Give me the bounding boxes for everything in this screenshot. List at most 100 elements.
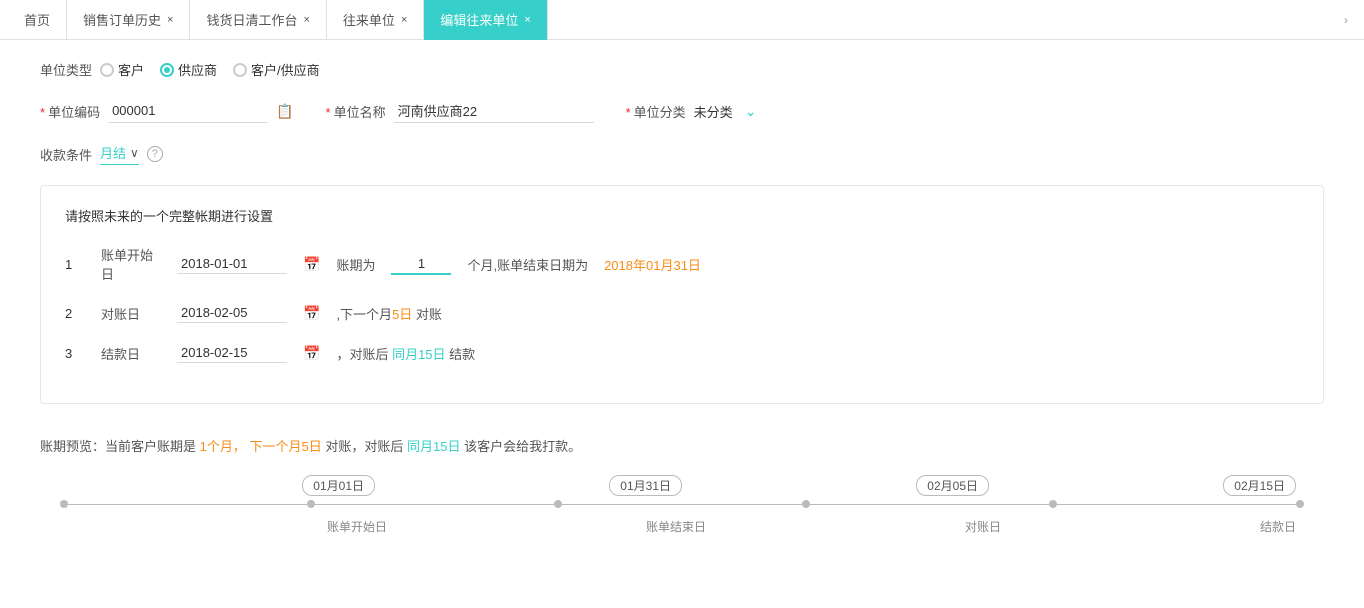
unit-name-group: 单位名称 [326, 99, 594, 123]
payment-condition-arrow: ∨ [130, 146, 139, 160]
tab-partner-close[interactable]: × [401, 14, 407, 26]
row-3-desc: ，对账后 同月15日 结款 [336, 344, 475, 363]
unit-type-radio-group: 客户 供应商 客户/供应商 [100, 60, 320, 79]
preview-section: 账期预览：当前客户账期是 1个月， 下一个月5日 对账，对账后 同月15日 该客… [40, 420, 1324, 455]
tab-edit-partner-label: 编辑往来单位 [440, 10, 518, 29]
unit-code-calendar-icon[interactable]: 📋 [276, 103, 293, 120]
tl-dot-4 [1049, 500, 1057, 508]
tl-bl-node-1: 账单开始日 [327, 512, 387, 535]
radio-supplier[interactable]: 供应商 [160, 60, 217, 79]
tab-sales-history-close[interactable]: × [167, 14, 173, 26]
radio-both-circle [233, 63, 247, 77]
unit-category-group: 单位分类 未分类 ⌄ [626, 102, 757, 121]
unit-name-label: 单位名称 [326, 102, 386, 121]
radio-supplier-circle [160, 63, 174, 77]
unit-code-input[interactable] [108, 99, 268, 123]
preview-reconcile: 下一个月5日 [250, 439, 322, 454]
tl-pill-2: 01月31日 [609, 475, 682, 496]
radio-supplier-label: 供应商 [178, 60, 217, 79]
timeline-section: 01月01日 01月31日 02月05日 02月15日 [40, 475, 1324, 535]
radio-both-label: 客户/供应商 [251, 60, 320, 79]
unit-category-dropdown-icon[interactable]: ⌄ [745, 103, 757, 120]
radio-customer-label: 客户 [118, 60, 144, 79]
setting-row-3: 3 结款日 📅 ，对账后 同月15日 结款 [65, 343, 1299, 363]
tl-bl-node-4: 结款日 [1260, 512, 1296, 535]
unit-type-label: 单位类型 [40, 60, 92, 79]
tab-cash-work-label: 钱货日清工作台 [206, 10, 297, 29]
tl-dot-3 [802, 500, 810, 508]
tab-partner[interactable]: 往来单位 × [327, 0, 424, 40]
payment-condition-row: 收款条件 月结 ∨ ? [40, 143, 1324, 165]
row-2-calendar-icon[interactable]: 📅 [303, 305, 320, 322]
tab-sales-history[interactable]: 销售订单历史 × [67, 0, 190, 40]
tab-home[interactable]: 首页 [8, 0, 67, 40]
row-3-number: 3 [65, 346, 85, 361]
unit-code-label: 单位编码 [40, 102, 100, 121]
row-2-label: 对账日 [101, 304, 161, 323]
tl-left-dot [60, 500, 68, 508]
row-1-label: 账单开始日 [101, 245, 161, 283]
timeline-top-row: 01月01日 01月31日 02月05日 02月15日 [60, 475, 1304, 496]
tl-line-4 [810, 504, 1049, 505]
payment-condition-select[interactable]: 月结 ∨ [100, 143, 139, 165]
tab-cash-work[interactable]: 钱货日清工作台 × [190, 0, 326, 40]
tl-line-5 [1057, 504, 1296, 505]
tl-desc-3: 对账日 [965, 518, 1001, 535]
tl-node-1: 01月01日 [302, 475, 375, 496]
settings-box: 请按照未来的一个完整帐期进行设置 1 账单开始日 📅 账期为 个月,账单结束日期… [40, 185, 1324, 404]
tl-node-2: 01月31日 [609, 475, 682, 496]
preview-period: 1个月， [200, 439, 246, 454]
row-1-date-input[interactable] [177, 254, 287, 274]
payment-condition-help-icon[interactable]: ? [147, 146, 163, 162]
tabs-more-arrow[interactable]: › [1336, 13, 1356, 27]
tl-dot-1 [307, 500, 315, 508]
unit-code-group: 单位编码 📋 [40, 99, 294, 123]
row-1-suffix-before: 账期为 [336, 255, 375, 274]
tl-pill-4: 02月15日 [1223, 475, 1296, 496]
box-title: 请按照未来的一个完整帐期进行设置 [65, 206, 1299, 225]
tabs-bar: 首页 销售订单历史 × 钱货日清工作台 × 往来单位 × 编辑往来单位 × › [0, 0, 1364, 40]
tl-desc-1: 账单开始日 [327, 518, 387, 535]
row-3-calendar-icon[interactable]: 📅 [303, 345, 320, 362]
row-1-suffix-after: 个月,账单结束日期为 [467, 255, 588, 274]
radio-customer[interactable]: 客户 [100, 60, 144, 79]
payment-condition-value: 月结 [100, 143, 126, 162]
tab-edit-partner[interactable]: 编辑往来单位 × [424, 0, 547, 40]
tl-pill-1: 01月01日 [302, 475, 375, 496]
tl-desc-2: 账单结束日 [646, 518, 706, 535]
period-input[interactable] [391, 254, 451, 275]
preview-payment: 同月15日 [407, 439, 464, 454]
row-2-date-input[interactable] [177, 303, 287, 323]
tl-pill-3: 02月05日 [916, 475, 989, 496]
main-content: 单位类型 客户 供应商 客户/供应商 单位编码 📋 [0, 40, 1364, 608]
row-1-end-date: 2018年01月31日 [604, 255, 701, 274]
tl-node-4: 02月15日 [1223, 475, 1296, 496]
tl-line-2 [315, 504, 554, 505]
tab-cash-work-close[interactable]: × [303, 14, 309, 26]
tab-sales-history-label: 销售订单历史 [83, 10, 161, 29]
row-2-desc: ,下一个月5日 对账 [336, 304, 441, 323]
row-3-date-input[interactable] [177, 343, 287, 363]
tab-partner-label: 往来单位 [343, 10, 395, 29]
timeline-bottom-row: 账单开始日 账单结束日 对账日 结款日 [60, 512, 1304, 535]
timeline-outer: 01月01日 01月31日 02月05日 02月15日 [60, 475, 1304, 535]
preview-suffix: 该客户会给我打款。 [464, 439, 581, 454]
tl-dot-2 [554, 500, 562, 508]
tab-edit-partner-close[interactable]: × [524, 14, 530, 26]
unit-type-group: 单位类型 客户 供应商 客户/供应商 [40, 60, 320, 79]
radio-both[interactable]: 客户/供应商 [233, 60, 320, 79]
payment-condition-label: 收款条件 [40, 145, 92, 164]
tl-bl-node-3: 对账日 [965, 512, 1001, 535]
row-3-label: 结款日 [101, 344, 161, 363]
setting-row-2: 2 对账日 📅 ,下一个月5日 对账 [65, 303, 1299, 323]
row-1-calendar-icon[interactable]: 📅 [303, 256, 320, 273]
timeline-line-row [60, 500, 1304, 508]
radio-customer-circle [100, 63, 114, 77]
unit-category-label: 单位分类 [626, 102, 686, 121]
unit-name-input[interactable] [394, 99, 594, 123]
tl-desc-4: 结款日 [1260, 518, 1296, 535]
payment-condition-group: 收款条件 月结 ∨ ? [40, 143, 163, 165]
tl-bl-node-2: 账单结束日 [646, 512, 706, 535]
row-1-number: 1 [65, 257, 85, 272]
tl-line-1 [68, 504, 307, 505]
